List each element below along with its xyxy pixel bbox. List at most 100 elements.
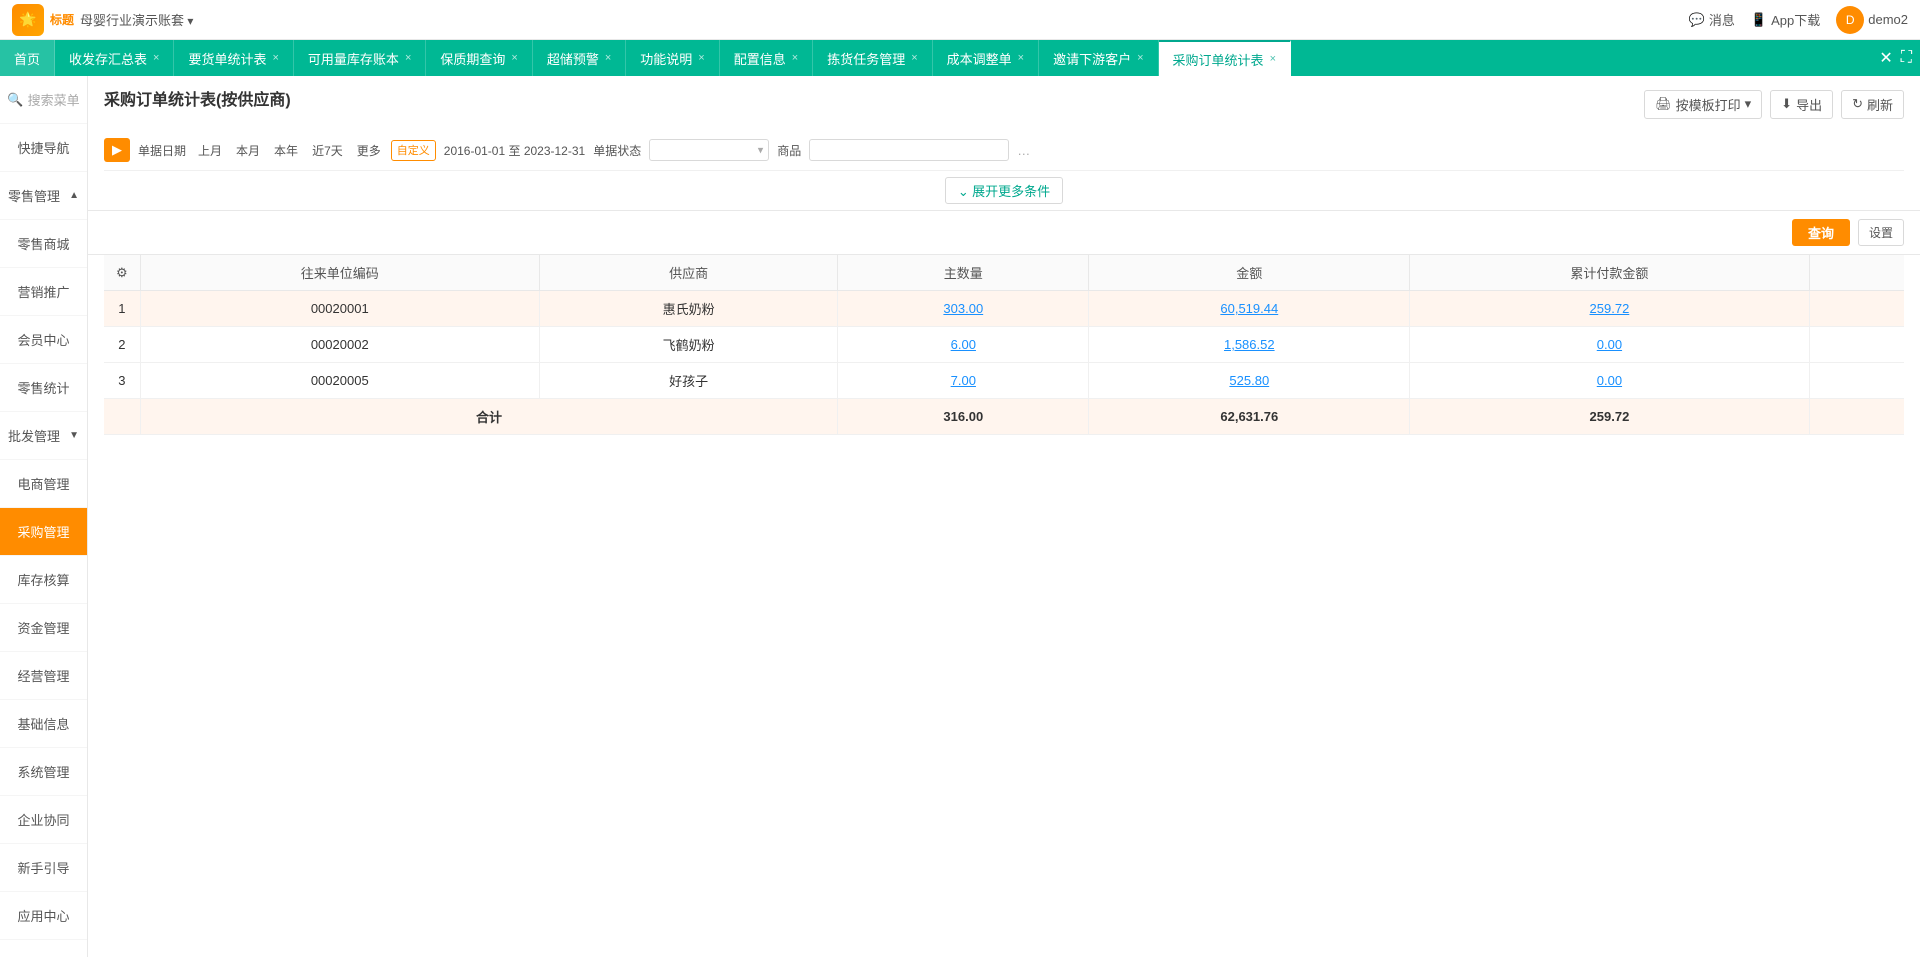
refresh-button[interactable]: ↻ 刷新 bbox=[1841, 90, 1904, 119]
footer-paid: 259.72 bbox=[1410, 399, 1809, 435]
nav-maximize-btn[interactable]: ⛶ bbox=[1901, 49, 1912, 67]
sidebar-item-finance[interactable]: 资金管理 bbox=[0, 604, 87, 652]
sidebar-item-new-guide[interactable]: 新手引导 bbox=[0, 844, 87, 892]
sidebar-item-inventory[interactable]: 库存核算 bbox=[0, 556, 87, 604]
print-dropdown-icon: ▾ bbox=[1745, 96, 1752, 112]
goods-input[interactable] bbox=[809, 139, 1009, 161]
sidebar-quick-nav[interactable]: 快捷导航 bbox=[0, 124, 87, 172]
paid-link[interactable]: 0.00 bbox=[1597, 337, 1622, 352]
sidebar-item-purchase-mgmt[interactable]: 采购管理 bbox=[0, 508, 87, 556]
sidebar-item-app-center[interactable]: 应用中心 bbox=[0, 892, 87, 940]
sidebar-item-ecommerce[interactable]: 电商管理 bbox=[0, 460, 87, 508]
qty-link[interactable]: 7.00 bbox=[951, 373, 976, 388]
user-avatar[interactable]: D demo2 bbox=[1836, 6, 1908, 34]
amount-link[interactable]: 1,586.52 bbox=[1224, 337, 1275, 352]
sidebar-item-basic-info[interactable]: 基础信息 bbox=[0, 700, 87, 748]
nav-tab-invite-downstream[interactable]: 邀请下游客户 × bbox=[1039, 40, 1158, 76]
close-expiry-query[interactable]: × bbox=[511, 52, 517, 64]
cell-amount: 525.80 bbox=[1089, 363, 1410, 399]
shortcut-7days[interactable]: 近7天 bbox=[308, 140, 347, 161]
download-btn[interactable]: 📱 App下载 bbox=[1751, 10, 1820, 29]
print-button[interactable]: 🖨 按模板打印 ▾ bbox=[1644, 90, 1762, 119]
sidebar-item-wholesale-mgmt[interactable]: 批发管理 ▼ bbox=[0, 412, 87, 460]
content-area: 采购订单统计表(按供应商) 🖨 按模板打印 ▾ ⬇ 导出 ↻ 刷新 bbox=[88, 76, 1920, 957]
nav-tab-overstock-warning[interactable]: 超储预警 × bbox=[533, 40, 626, 76]
download-icon: 📱 bbox=[1751, 12, 1767, 28]
close-goods-stats[interactable]: × bbox=[272, 52, 278, 64]
header-actions: 🖨 按模板打印 ▾ ⬇ 导出 ↻ 刷新 bbox=[1644, 90, 1904, 119]
nav-tab-config-info[interactable]: 配置信息 × bbox=[720, 40, 813, 76]
messages-btn[interactable]: 💬 消息 bbox=[1689, 10, 1735, 29]
settings-button[interactable]: 设置 bbox=[1858, 219, 1904, 246]
close-receive-summary[interactable]: × bbox=[153, 52, 159, 64]
cell-supplier: 好孩子 bbox=[539, 363, 837, 399]
filter-toggle-btn[interactable]: ▶ bbox=[104, 138, 130, 162]
export-button[interactable]: ⬇ 导出 bbox=[1770, 90, 1833, 119]
page-title: 采购订单统计表(按供应商) bbox=[104, 86, 291, 110]
status-select-wrapper bbox=[649, 139, 769, 161]
nav-tab-available-stock[interactable]: 可用量库存账本 × bbox=[294, 40, 426, 76]
expand-more-btn[interactable]: ⌄ 展开更多条件 bbox=[945, 177, 1063, 204]
workspace-dropdown[interactable]: 母婴行业演示账套 ▾ bbox=[80, 10, 193, 29]
nav-tab-receive-summary[interactable]: 收发存汇总表 × bbox=[55, 40, 174, 76]
table-wrapper: ⚙ 往来单位编码 供应商 主数量 金额 累计付款金额 1 00020001 bbox=[88, 255, 1920, 957]
footer-row: 合计 316.00 62,631.76 259.72 bbox=[104, 399, 1904, 435]
nav-tabs-row: 首页 收发存汇总表 × 要货单统计表 × 可用量库存账本 × 保质期查询 × 超… bbox=[0, 40, 1920, 76]
status-label: 单据状态 bbox=[593, 142, 641, 159]
col-qty: 主数量 bbox=[838, 255, 1089, 291]
logo-area: 🌟 标题 母婴行业演示账套 ▾ bbox=[12, 4, 193, 36]
export-icon: ⬇ bbox=[1781, 96, 1792, 112]
logo-text: 标题 bbox=[50, 11, 74, 28]
cell-code: 00020002 bbox=[140, 327, 539, 363]
sidebar-item-system-mgmt[interactable]: 系统管理 bbox=[0, 748, 87, 796]
sidebar-item-marketing[interactable]: 营销推广 bbox=[0, 268, 87, 316]
close-overstock-warning[interactable]: × bbox=[605, 52, 611, 64]
paid-link[interactable]: 0.00 bbox=[1597, 373, 1622, 388]
amount-link[interactable]: 60,519.44 bbox=[1220, 301, 1278, 316]
search-icon: 🔍 bbox=[7, 92, 23, 108]
close-config-info[interactable]: × bbox=[792, 52, 798, 64]
shortcut-this-year[interactable]: 本年 bbox=[270, 140, 302, 161]
nav-tab-cost-adjust[interactable]: 成本调整单 × bbox=[933, 40, 1039, 76]
qty-link[interactable]: 303.00 bbox=[943, 301, 983, 316]
sidebar-item-enterprise-wechat[interactable]: 企业微信 bbox=[0, 940, 87, 957]
sidebar-item-retail-mgmt[interactable]: 零售管理 ▲ bbox=[0, 172, 87, 220]
status-select[interactable] bbox=[649, 139, 769, 161]
sidebar-item-enterprise-collab[interactable]: 企业协同 bbox=[0, 796, 87, 844]
close-pick-task[interactable]: × bbox=[911, 52, 917, 64]
more-options-btn[interactable]: … bbox=[1017, 143, 1030, 158]
date-shortcuts: 上月 本月 本年 近7天 更多 自定义 bbox=[194, 140, 436, 161]
shortcut-this-month[interactable]: 本月 bbox=[232, 140, 264, 161]
nav-close-btn[interactable]: ✕ bbox=[1879, 48, 1892, 68]
nav-tab-expiry-query[interactable]: 保质期查询 × bbox=[426, 40, 532, 76]
close-invite-downstream[interactable]: × bbox=[1137, 52, 1143, 64]
cell-paid: 259.72 bbox=[1410, 291, 1809, 327]
nav-tab-home[interactable]: 首页 bbox=[0, 40, 55, 76]
close-available-stock[interactable]: × bbox=[405, 52, 411, 64]
shortcut-more[interactable]: 更多 bbox=[353, 140, 385, 161]
cell-qty: 6.00 bbox=[838, 327, 1089, 363]
sidebar-item-retail-mall[interactable]: 零售商城 bbox=[0, 220, 87, 268]
gear-icon[interactable]: ⚙ bbox=[116, 265, 128, 281]
sidebar-item-member-center[interactable]: 会员中心 bbox=[0, 316, 87, 364]
nav-tab-function-desc[interactable]: 功能说明 × bbox=[626, 40, 719, 76]
nav-tab-pick-task[interactable]: 拣货任务管理 × bbox=[813, 40, 932, 76]
sidebar-item-ops-mgmt[interactable]: 经营管理 bbox=[0, 652, 87, 700]
col-supplier: 供应商 bbox=[539, 255, 837, 291]
close-purchase-stats[interactable]: × bbox=[1270, 53, 1276, 65]
close-cost-adjust[interactable]: × bbox=[1018, 52, 1024, 64]
sidebar-search[interactable]: 🔍 搜索菜单 bbox=[0, 76, 87, 124]
shortcut-last-month[interactable]: 上月 bbox=[194, 140, 226, 161]
footer-extra bbox=[1809, 399, 1904, 435]
amount-link[interactable]: 525.80 bbox=[1229, 373, 1269, 388]
paid-link[interactable]: 259.72 bbox=[1590, 301, 1630, 316]
qty-link[interactable]: 6.00 bbox=[951, 337, 976, 352]
nav-tab-purchase-stats[interactable]: 采购订单统计表 × bbox=[1159, 40, 1291, 76]
top-bar: 🌟 标题 母婴行业演示账套 ▾ 💬 消息 📱 App下载 D demo2 bbox=[0, 0, 1920, 40]
nav-tab-goods-stats[interactable]: 要货单统计表 × bbox=[174, 40, 293, 76]
close-function-desc[interactable]: × bbox=[698, 52, 704, 64]
cell-supplier: 飞鹤奶粉 bbox=[539, 327, 837, 363]
query-button[interactable]: 查询 bbox=[1792, 219, 1850, 246]
chevron-down-icon-2: ▼ bbox=[69, 430, 79, 441]
sidebar-item-retail-stats[interactable]: 零售统计 bbox=[0, 364, 87, 412]
